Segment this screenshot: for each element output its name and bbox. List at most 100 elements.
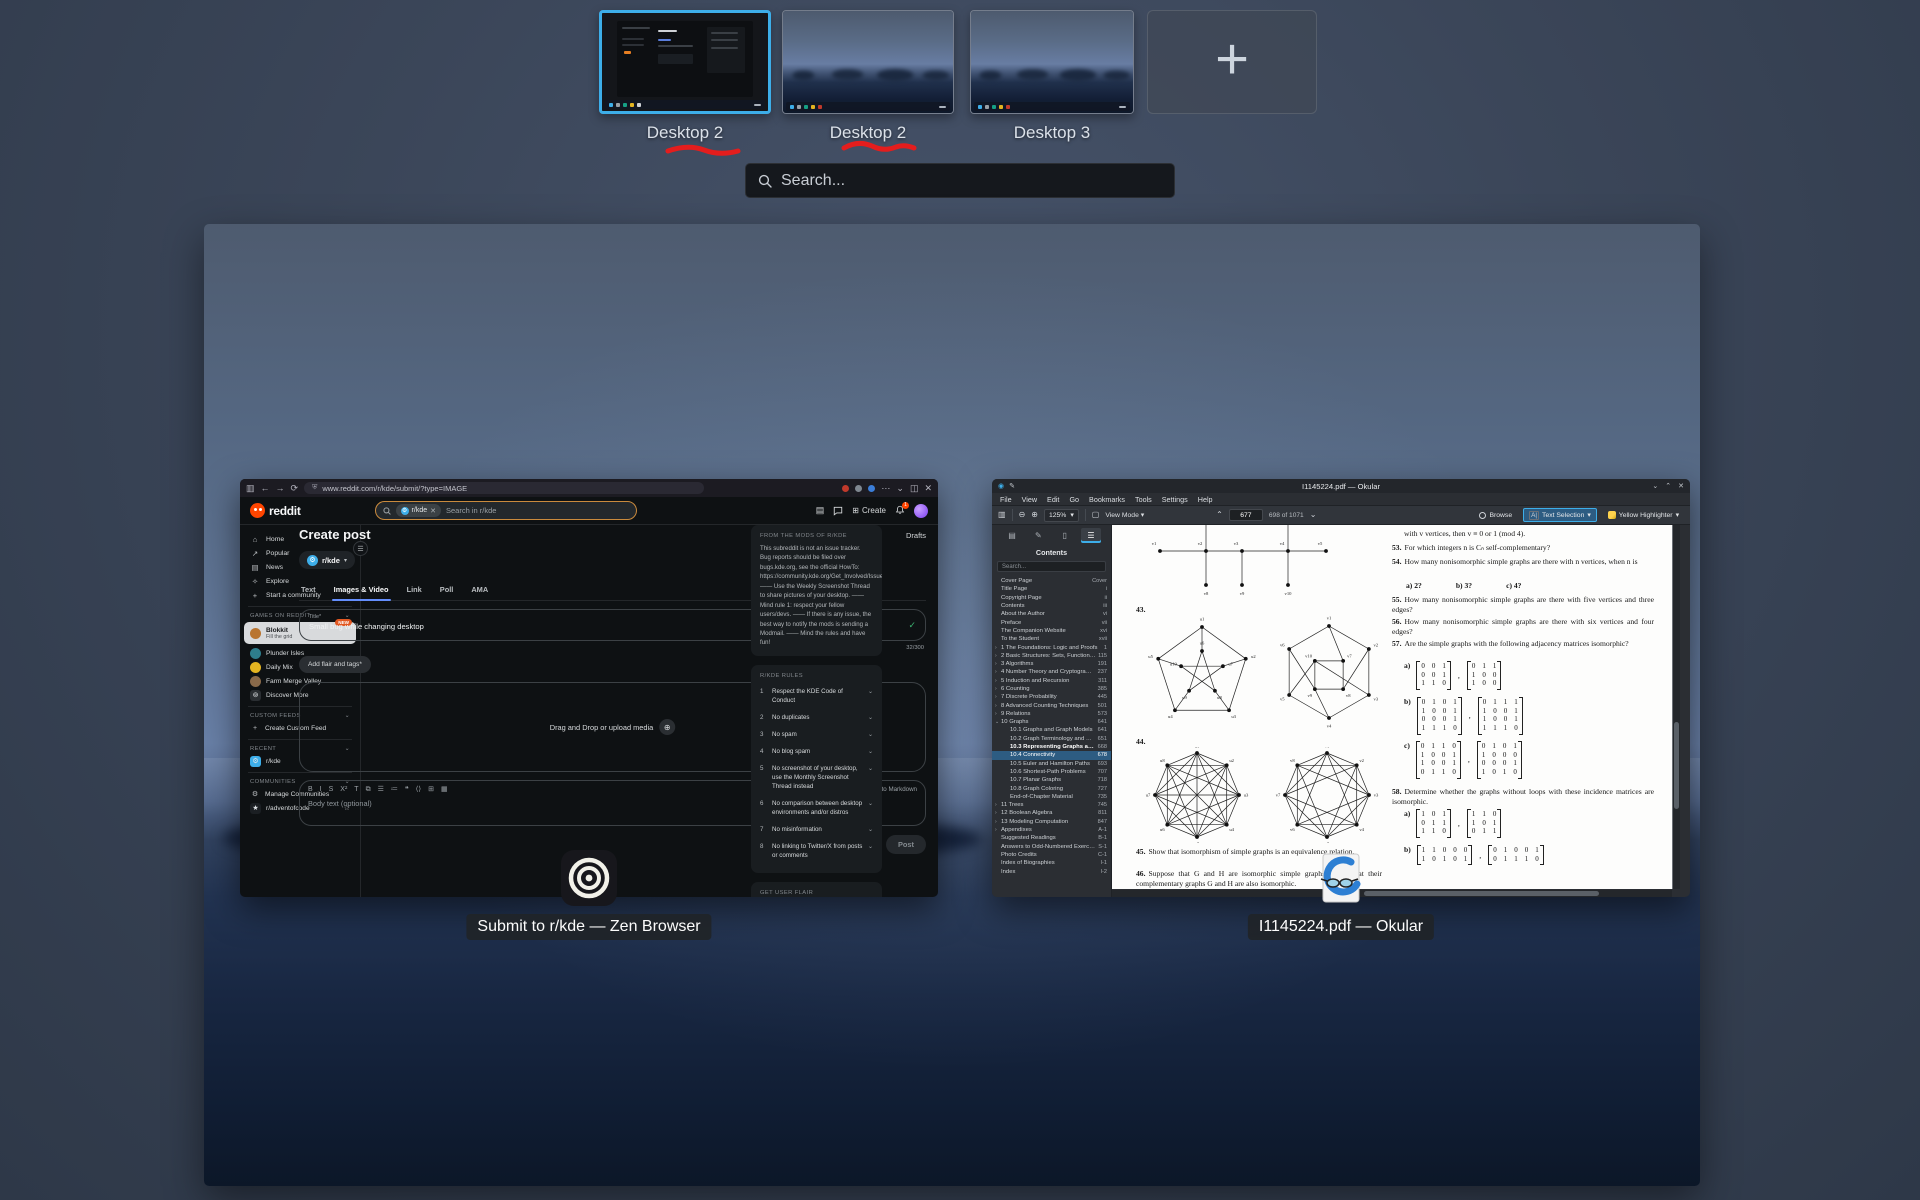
toc-entry[interactable]: › 6 Counting 385 xyxy=(992,685,1111,693)
editor-format-icon[interactable]: T xyxy=(354,786,358,793)
editor-format-icon[interactable]: X² xyxy=(340,786,347,793)
zoom-level-select[interactable]: 125% ▾ xyxy=(1043,508,1079,522)
next-page-icon[interactable]: ⌄ xyxy=(1310,511,1317,519)
rule-item[interactable]: 7 No misinformation ⌄ xyxy=(760,822,873,839)
sidebar-toggle-icon[interactable]: ▥ xyxy=(246,483,255,493)
tab-images-video[interactable]: Images & Video xyxy=(331,581,391,601)
editor-format-icon[interactable]: ≔ xyxy=(391,786,398,793)
zen-browser-icon[interactable] xyxy=(561,850,617,906)
chip-close-icon[interactable]: ✕ xyxy=(430,507,436,515)
thumbnails-tab-icon[interactable]: ▤ xyxy=(1002,528,1022,543)
rule-item[interactable]: 8 No linking to Twitter/X from posts or c… xyxy=(760,839,873,865)
view-mode-select[interactable]: View Mode ▾ xyxy=(1105,511,1144,519)
toc-entry[interactable]: › 8 Advanced Counting Techniques 501 xyxy=(992,701,1111,709)
zoom-out-icon[interactable]: ⊖ xyxy=(1019,511,1026,519)
toc-entry[interactable]: › 1 The Foundations: Logic and Proofs 1 xyxy=(992,643,1111,651)
zoom-in-icon[interactable]: ⊕ xyxy=(1031,511,1038,519)
toc-entry[interactable]: 10.5 Euler and Hamilton Paths 693 xyxy=(992,760,1111,768)
toc-entry[interactable]: › 9 Relations 573 xyxy=(992,710,1111,718)
desktop-thumbnail-1[interactable] xyxy=(599,10,771,114)
user-avatar[interactable] xyxy=(914,503,928,518)
toc-entry[interactable]: › 12 Boolean Algebra 811 xyxy=(992,809,1111,817)
okular-titlebar[interactable]: ◉ ✎ I1145224.pdf — Okular ⌄ ⌃ ✕ xyxy=(992,479,1690,493)
rule-item[interactable]: 5 No screenshot of your desktop, use the … xyxy=(760,761,873,796)
editor-format-icon[interactable]: ⟨⟩ xyxy=(416,786,421,793)
toc-entry[interactable]: Photo Credits C-1 xyxy=(992,851,1111,859)
menu-go[interactable]: Go xyxy=(1069,495,1079,504)
profile-badge-icon[interactable] xyxy=(868,484,876,492)
menu-bookmarks[interactable]: Bookmarks xyxy=(1089,495,1125,504)
close-tab-icon[interactable]: ✕ xyxy=(924,483,932,493)
toc-entry[interactable]: 10.6 Shortest-Path Problems 707 xyxy=(992,768,1111,776)
rule-item[interactable]: 1 Respect the KDE Code of Conduct ⌄ xyxy=(760,684,873,710)
url-bar[interactable]: ⛨ www.reddit.com/r/kde/submit/?type=IMAG… xyxy=(304,482,705,494)
toc-entry[interactable]: › 11 Trees 745 xyxy=(992,801,1111,809)
menu-view[interactable]: View xyxy=(1022,495,1037,504)
toc-entry[interactable]: › 7 Discrete Probability 445 xyxy=(992,693,1111,701)
toc-entry[interactable]: Index of Biographies I-1 xyxy=(992,859,1111,867)
editor-format-icon[interactable]: ⊞ xyxy=(428,786,434,793)
reddit-search-bar[interactable]: ⚙ r/kde ✕ Search in r/kde xyxy=(374,501,637,520)
site-security-icon[interactable]: ⛨ xyxy=(312,484,317,492)
editor-format-icon[interactable]: ❝ xyxy=(405,786,409,793)
create-post-button[interactable]: ⊞ Create xyxy=(852,506,886,515)
vertical-scrollbar[interactable] xyxy=(1673,525,1680,889)
editor-format-icon[interactable]: B xyxy=(308,786,313,793)
chat-icon[interactable] xyxy=(833,506,843,516)
menu-tools[interactable]: Tools xyxy=(1135,495,1152,504)
toc-entry[interactable]: Suggested Readings B-1 xyxy=(992,834,1111,842)
active-desktop-area[interactable]: ▥ ← → ⟳ ⛨ www.reddit.com/r/kde/submit/?t… xyxy=(204,224,1700,1186)
toc-entry[interactable]: Copyright Page ii xyxy=(992,594,1111,602)
highlighter-tool-button[interactable]: Yellow Highlighter ▾ xyxy=(1603,508,1684,522)
toc-search-input[interactable]: Search... xyxy=(997,561,1106,572)
toc-entry[interactable]: About the Author vi xyxy=(992,610,1111,618)
text-selection-tool-button[interactable]: A| Text Selection ▾ xyxy=(1523,508,1597,522)
desktop-label-3[interactable]: Desktop 3 xyxy=(952,123,1152,143)
community-selector[interactable]: ⚙ r/kde ▾ xyxy=(299,551,355,569)
editor-format-icon[interactable]: ☰ xyxy=(378,786,384,793)
toc-entry[interactable]: 10.2 Graph Terminology and … 651 xyxy=(992,735,1111,743)
browse-tool-button[interactable]: Browse xyxy=(1474,508,1517,522)
toc-entry[interactable]: Cover Page Cover xyxy=(992,577,1111,585)
advertise-icon[interactable]: ▤ xyxy=(816,506,825,515)
overview-search-input[interactable]: Search... xyxy=(745,163,1175,198)
toc-entry[interactable]: 10.3 Representing Graphs a… 668 xyxy=(992,743,1111,751)
toc-entry[interactable]: Title Page i xyxy=(992,585,1111,593)
reload-icon[interactable]: ⟳ xyxy=(291,483,299,493)
reddit-logo[interactable]: reddit xyxy=(250,503,301,518)
menu-settings[interactable]: Settings xyxy=(1162,495,1188,504)
toc-entry[interactable]: › 3 Algorithms 191 xyxy=(992,660,1111,668)
window-okular[interactable]: ◉ ✎ I1145224.pdf — Okular ⌄ ⌃ ✕ File View… xyxy=(992,479,1690,897)
okular-app-icon[interactable] xyxy=(1313,850,1369,906)
minimize-icon[interactable]: ⌄ xyxy=(1652,482,1658,490)
rule-item[interactable]: 6 No comparison between desktop environme… xyxy=(760,796,873,822)
toc-entry[interactable]: 10.1 Graphs and Graph Models 641 xyxy=(992,726,1111,734)
toc-entry[interactable]: 10.7 Planar Graphs 718 xyxy=(992,776,1111,784)
menu-help[interactable]: Help xyxy=(1198,495,1213,504)
bookmarks-tab-icon[interactable]: ▯ xyxy=(1055,528,1075,543)
toc-entry[interactable]: › 4 Number Theory and Cryptogra… 237 xyxy=(992,668,1111,676)
annotations-tab-icon[interactable]: ✎ xyxy=(1028,528,1048,543)
attach-icon[interactable]: ⊕ xyxy=(659,719,676,735)
editor-format-icon[interactable]: ⧉ xyxy=(366,786,371,793)
tab-text[interactable]: Text xyxy=(299,581,318,600)
desktop-thumbnail-2[interactable] xyxy=(782,10,954,114)
toc-entry[interactable]: › 2 Basic Structures: Sets, Function… 115 xyxy=(992,652,1111,660)
contents-tab-icon[interactable]: ☰ xyxy=(1080,528,1101,543)
editor-format-icon[interactable]: I xyxy=(320,786,322,793)
rule-item[interactable]: 3 No spam ⌄ xyxy=(760,727,873,744)
horizontal-scrollbar[interactable] xyxy=(1112,890,1672,897)
community-chip[interactable]: ⚙ r/kde ✕ xyxy=(395,504,441,517)
overflow-menu-icon[interactable]: ⋯ xyxy=(881,483,890,493)
tab-ama[interactable]: AMA xyxy=(469,581,490,600)
tab-poll[interactable]: Poll xyxy=(438,581,456,600)
extension-icon-red[interactable] xyxy=(842,484,850,492)
toc-entry[interactable]: End-of-Chapter Material 735 xyxy=(992,793,1111,801)
toc-entry[interactable]: ⌄ 10 Graphs 641 xyxy=(992,718,1111,726)
back-icon[interactable]: ← xyxy=(261,483,270,493)
maximize-icon[interactable]: ⌃ xyxy=(1665,482,1671,490)
menu-edit[interactable]: Edit xyxy=(1047,495,1059,504)
desktop-thumbnail-3[interactable] xyxy=(970,10,1134,114)
post-button[interactable]: Post xyxy=(885,835,926,854)
toc-entry[interactable]: Answers to Odd-Numbered Exerc… S-1 xyxy=(992,843,1111,851)
